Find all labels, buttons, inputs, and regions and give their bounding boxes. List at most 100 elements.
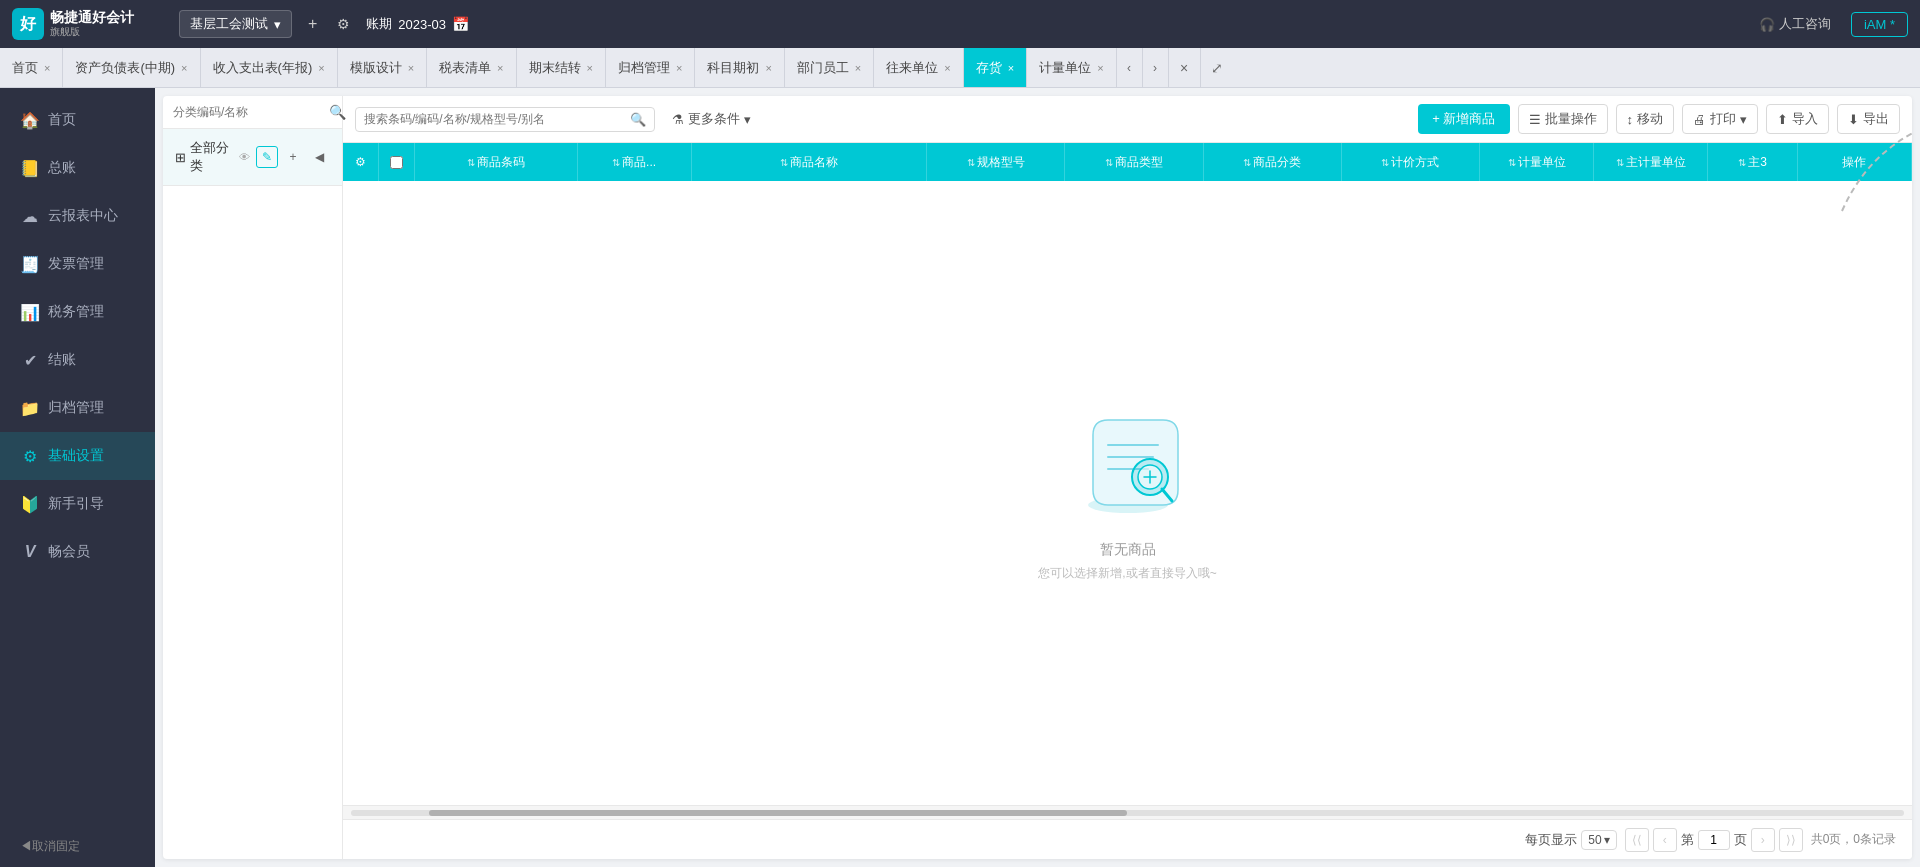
th-barcode-label: 商品条码 xyxy=(477,154,525,171)
tab-inventory-close[interactable]: × xyxy=(1008,62,1014,74)
th-check[interactable] xyxy=(379,143,415,181)
page-number-input[interactable] xyxy=(1698,830,1730,850)
th-type[interactable]: ⇅ 商品类型 xyxy=(1065,143,1203,181)
page-next-btn[interactable]: › xyxy=(1751,828,1775,852)
th-name-label: 商品名称 xyxy=(790,154,838,171)
content-area: 🔍 ⊞ 全部分类 👁 ✎ + ◀ xyxy=(155,88,1920,867)
tab-unit[interactable]: 计量单位 × xyxy=(1027,48,1116,88)
scrollbar-thumb[interactable] xyxy=(429,810,1128,816)
tab-close-all-btn[interactable]: × xyxy=(1169,48,1201,88)
sort-icon6: ⇅ xyxy=(1243,157,1251,168)
tab-period[interactable]: 期末结转 × xyxy=(517,48,606,88)
th-code[interactable]: ⇅ 商品... xyxy=(578,143,692,181)
sidebar-item-close[interactable]: ✔ 结账 xyxy=(0,336,155,384)
logo-icon: 好 xyxy=(12,8,44,40)
move-btn[interactable]: ↕ 移动 xyxy=(1616,104,1675,134)
page-size-dropdown[interactable]: 50 ▾ xyxy=(1581,830,1616,850)
member-icon: V xyxy=(20,543,40,561)
tab-archive[interactable]: 归档管理 × xyxy=(606,48,695,88)
th-main-unit[interactable]: ⇅ 主计量单位 xyxy=(1594,143,1708,181)
tab-tax[interactable]: 税表清单 × xyxy=(427,48,516,88)
page-prev-btn[interactable]: ‹ xyxy=(1653,828,1677,852)
tab-expand-btn[interactable]: ⤢ xyxy=(1201,48,1233,88)
filter-icon: ⚗ xyxy=(672,112,684,127)
th-barcode[interactable]: ⇅ 商品条码 xyxy=(415,143,578,181)
home-icon: 🏠 xyxy=(20,111,40,130)
category-collapse-btn[interactable]: ◀ xyxy=(308,146,330,168)
tab-balance[interactable]: 资产负债表(中期) × xyxy=(63,48,200,88)
tab-income[interactable]: 收入支出表(年报) × xyxy=(201,48,338,88)
th-settings[interactable]: ⚙ xyxy=(343,143,379,181)
sidebar-item-member[interactable]: V 畅会员 xyxy=(0,528,155,576)
tab-dept-close[interactable]: × xyxy=(855,62,861,74)
tab-contacts-close[interactable]: × xyxy=(944,62,950,74)
tab-home[interactable]: 首页 × xyxy=(0,48,63,88)
page-last-btn[interactable]: ⟩⟩ xyxy=(1779,828,1803,852)
grid-icon: ⊞ xyxy=(175,150,186,165)
tab-balance-close[interactable]: × xyxy=(181,62,187,74)
th-three[interactable]: ⇅ 主3 xyxy=(1708,143,1798,181)
tab-tax-close[interactable]: × xyxy=(497,62,503,74)
sidebar-item-tax[interactable]: 📊 税务管理 xyxy=(0,288,155,336)
tab-unit-label: 计量单位 xyxy=(1039,59,1091,77)
sidebar-item-invoice[interactable]: 🧾 发票管理 xyxy=(0,240,155,288)
pagination: 每页显示 50 ▾ ⟨⟨ ‹ 第 页 › ⟩⟩ xyxy=(343,819,1912,859)
th-spec[interactable]: ⇅ 规格型号 xyxy=(927,143,1065,181)
total-records: 共0页，0条记录 xyxy=(1811,831,1896,848)
scrollbar-track[interactable] xyxy=(351,810,1904,816)
category-add-btn[interactable]: + xyxy=(282,146,304,168)
tab-unit-close[interactable]: × xyxy=(1097,62,1103,74)
sidebar-member-label: 畅会员 xyxy=(48,543,90,561)
page-first-btn[interactable]: ⟨⟨ xyxy=(1625,828,1649,852)
tab-prev-btn[interactable]: ‹ xyxy=(1117,48,1143,88)
th-name[interactable]: ⇅ 商品名称 xyxy=(692,143,927,181)
page-label: 第 xyxy=(1681,831,1694,849)
category-search-input[interactable] xyxy=(173,105,323,119)
category-edit-btn[interactable]: ✎ xyxy=(256,146,278,168)
sidebar-settings-label: 基础设置 xyxy=(48,447,104,465)
tab-subject[interactable]: 科目期初 × xyxy=(695,48,784,88)
more-filter-btn[interactable]: ⚗ 更多条件 ▾ xyxy=(663,105,760,133)
sidebar-item-ledger[interactable]: 📒 总账 xyxy=(0,144,155,192)
sidebar-item-guide[interactable]: 🔰 新手引导 xyxy=(0,480,155,528)
print-btn[interactable]: 🖨 打印 ▾ xyxy=(1682,104,1758,134)
account-btn[interactable]: iAM * xyxy=(1851,12,1908,37)
tab-template-close[interactable]: × xyxy=(408,62,414,74)
tab-dept[interactable]: 部门员工 × xyxy=(785,48,874,88)
tab-period-close[interactable]: × xyxy=(587,62,593,74)
tab-inventory[interactable]: 存货 × xyxy=(964,48,1027,88)
category-all-item[interactable]: ⊞ 全部分类 👁 ✎ + ◀ xyxy=(163,129,342,186)
settings-icon[interactable]: ⚙ xyxy=(333,16,354,32)
select-all-checkbox[interactable] xyxy=(390,156,403,169)
new-product-btn[interactable]: + 新增商品 xyxy=(1418,104,1509,134)
sidebar-item-settings[interactable]: ⚙ 基础设置 xyxy=(0,432,155,480)
tab-income-close[interactable]: × xyxy=(318,62,324,74)
sidebar-item-archive[interactable]: 📁 归档管理 xyxy=(0,384,155,432)
th-price-method[interactable]: ⇅ 计价方式 xyxy=(1342,143,1480,181)
category-all-label: 全部分类 xyxy=(190,139,235,175)
batch-op-btn[interactable]: ☰ 批量操作 xyxy=(1518,104,1608,134)
search-input[interactable] xyxy=(364,112,624,126)
scrollbar-area[interactable] xyxy=(343,805,1912,819)
tab-archive-close[interactable]: × xyxy=(676,62,682,74)
th-spec-label: 规格型号 xyxy=(977,154,1025,171)
tab-home-close[interactable]: × xyxy=(44,62,50,74)
tab-contacts[interactable]: 往来单位 × xyxy=(874,48,963,88)
human-service-btn[interactable]: 🎧 人工咨询 xyxy=(1751,11,1839,37)
add-tab-btn[interactable]: + xyxy=(304,15,321,33)
company-selector[interactable]: 基层工会测试 ▾ xyxy=(179,10,292,38)
calendar-icon[interactable]: 📅 xyxy=(452,16,469,32)
print-icon: 🖨 xyxy=(1693,112,1706,127)
sidebar-item-home[interactable]: 🏠 首页 xyxy=(0,96,155,144)
tab-template-label: 模版设计 xyxy=(350,59,402,77)
close-period-icon: ✔ xyxy=(20,351,40,370)
th-category[interactable]: ⇅ 商品分类 xyxy=(1204,143,1342,181)
sidebar-pin-toggle[interactable]: ◀取消固定 xyxy=(0,826,155,867)
tab-template[interactable]: 模版设计 × xyxy=(338,48,427,88)
search-bar-icon[interactable]: 🔍 xyxy=(630,112,646,127)
sidebar-item-report[interactable]: ☁ 云报表中心 xyxy=(0,192,155,240)
tab-subject-close[interactable]: × xyxy=(765,62,771,74)
th-unit[interactable]: ⇅ 计量单位 xyxy=(1480,143,1594,181)
tab-next-btn[interactable]: › xyxy=(1143,48,1169,88)
import-btn[interactable]: ⬆ 导入 xyxy=(1766,104,1829,134)
